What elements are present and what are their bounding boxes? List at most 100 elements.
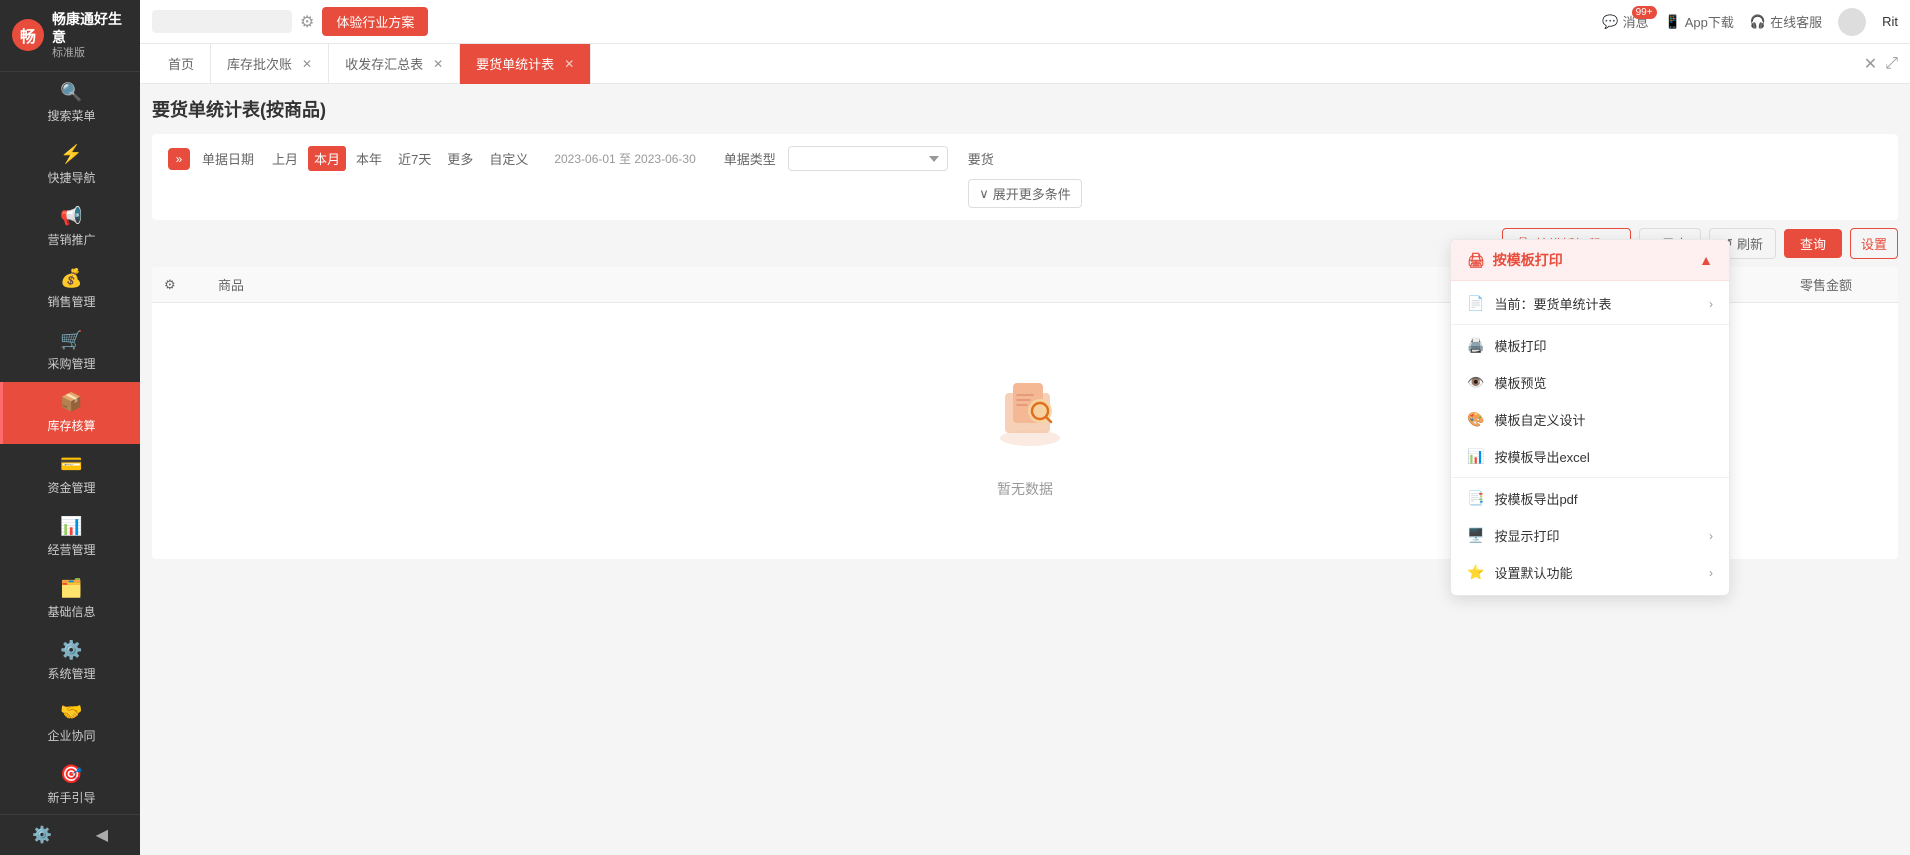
dropdown-item-template_excel[interactable]: 📊 按模板导出excel	[1451, 438, 1729, 475]
tab-close-button[interactable]: ✕	[1864, 54, 1877, 74]
sidebar-item-label-search: 搜索菜单	[47, 107, 95, 124]
tab-label-batch: 库存批次账	[227, 54, 292, 73]
settings-button[interactable]: 设置	[1850, 228, 1898, 259]
tab-expand-button[interactable]: ⤢	[1885, 55, 1898, 73]
sidebar-item-finance[interactable]: 💳 资金管理	[0, 444, 140, 506]
topbar-right: 💬 消息 99+ 📱 App下载 🎧 在线客服 Rit	[1602, 8, 1898, 36]
sidebar-collapse-btn[interactable]: ◀	[96, 825, 108, 845]
dropdown-item-template_pdf[interactable]: 📑 按模板导出pdf	[1451, 480, 1729, 517]
sidebar-item-label-inventory: 库存核算	[47, 417, 95, 434]
display_print-icon: 🖥️	[1467, 527, 1484, 544]
dropdown-item-template_print[interactable]: 🖨️ 模板打印	[1451, 327, 1729, 364]
order-type-select[interactable]	[788, 146, 948, 171]
sidebar-item-basic[interactable]: 🗂️ 基础信息	[0, 568, 140, 630]
date-btn-more[interactable]: 更多	[441, 146, 479, 171]
template_pdf-icon: 📑	[1467, 490, 1484, 507]
dropdown-header: 🖨 按模板打印 ▲	[1451, 240, 1729, 281]
sidebar-item-label-collab: 企业协同	[47, 727, 95, 744]
app-logo-icon: 畅	[12, 19, 44, 51]
order-type-label: 单据类型	[724, 149, 776, 168]
filter-row: » 单据日期 上月本月本年近7天更多自定义 2023-06-01 至 2023-…	[168, 146, 1882, 171]
th-amount: 零售金额	[1766, 275, 1886, 294]
tab-order_stat[interactable]: 要货单统计表 ✕	[460, 44, 591, 84]
tab-label-order_stat: 要货单统计表	[476, 54, 554, 73]
search-input[interactable]	[152, 10, 292, 33]
topbar-gear-button[interactable]: ⚙	[300, 12, 314, 32]
sidebar-item-label-purchase: 采购管理	[47, 355, 95, 372]
template_preview-label: 模板预览	[1494, 373, 1713, 392]
dropdown-item-template_preview[interactable]: 👁️ 模板预览	[1451, 364, 1729, 401]
sidebar-item-system[interactable]: ⚙️ 系统管理	[0, 630, 140, 692]
date-btn-custom[interactable]: 自定义	[483, 146, 534, 171]
date-btn-prev_month[interactable]: 上月	[266, 146, 304, 171]
search-icon: 🔍	[60, 82, 82, 103]
sidebar-item-guide[interactable]: 🎯 新手引导	[0, 754, 140, 814]
marketing-icon: 📢	[60, 206, 82, 227]
dropdown-section: 📄 当前：要货单统计表 › 🖨️ 模板打印 👁️ 模板预览 🎨 模板自定义设计 …	[1451, 281, 1729, 595]
template_excel-icon: 📊	[1467, 448, 1484, 465]
current-label: 当前：要货单统计表	[1494, 294, 1699, 313]
date-label: 单据日期	[202, 149, 254, 168]
tab-home[interactable]: 首页	[152, 44, 211, 84]
messages-button[interactable]: 💬 消息 99+	[1602, 12, 1648, 31]
template_print-label: 模板打印	[1494, 336, 1713, 355]
sidebar-item-marketing[interactable]: 📢 营销推广	[0, 196, 140, 258]
date-btn-current_month[interactable]: 本月	[308, 146, 346, 171]
template_pdf-label: 按模板导出pdf	[1494, 489, 1713, 508]
th-settings[interactable]: ⚙	[164, 277, 194, 293]
tab-close-order_stat[interactable]: ✕	[564, 57, 574, 71]
current-arrow: ›	[1709, 297, 1713, 311]
dropdown-item-template_custom[interactable]: 🎨 模板自定义设计	[1451, 401, 1729, 438]
app-logo-text: 畅康通好生意 标准版	[52, 10, 128, 61]
tab-collection[interactable]: 收发存汇总表 ✕	[329, 44, 460, 84]
operation-icon: 📊	[60, 516, 82, 537]
tab-batch[interactable]: 库存批次账 ✕	[211, 44, 329, 84]
message-icon: 💬	[1602, 14, 1618, 30]
app-subtitle: 标准版	[52, 46, 128, 60]
sidebar-item-operation[interactable]: 📊 经营管理	[0, 506, 140, 568]
tab-close-batch[interactable]: ✕	[302, 57, 312, 71]
set_default-label: 设置默认功能	[1494, 563, 1699, 582]
filter-expand-button[interactable]: »	[168, 148, 190, 170]
tab-label-collection: 收发存汇总表	[345, 54, 423, 73]
user-avatar[interactable]	[1838, 8, 1866, 36]
sidebar-settings-btn[interactable]: ⚙️	[32, 825, 52, 845]
sidebar-item-shortcut[interactable]: ⚡ 快捷导航	[0, 134, 140, 196]
online-service-icon: 🎧	[1750, 14, 1766, 30]
date-btn-last7[interactable]: 近7天	[392, 146, 437, 171]
dropdown-item-display_print[interactable]: 🖥️ 按显示打印 ›	[1451, 517, 1729, 554]
main-area: ⚙ 体验行业方案 💬 消息 99+ 📱 App下载 🎧 在线客服 Rit 首页库…	[140, 0, 1910, 855]
dropdown-item-set_default[interactable]: ⭐ 设置默认功能 ›	[1451, 554, 1729, 591]
sales-icon: 💰	[60, 268, 82, 289]
dropdown-title-area: 🖨 按模板打印	[1467, 250, 1563, 270]
set_default-icon: ⭐	[1467, 564, 1484, 581]
topbar-left: ⚙ 体验行业方案	[152, 7, 428, 36]
refresh-label: 刷新	[1737, 234, 1763, 253]
expand-more-button[interactable]: ∨ 展开更多条件	[968, 179, 1082, 208]
template_print-icon: 🖨️	[1467, 337, 1484, 354]
trial-button[interactable]: 体验行业方案	[322, 7, 428, 36]
app-download-button[interactable]: 📱 App下载	[1665, 12, 1734, 31]
template_custom-icon: 🎨	[1467, 411, 1484, 428]
template_preview-icon: 👁️	[1467, 374, 1484, 391]
sidebar-item-search[interactable]: 🔍 搜索菜单	[0, 72, 140, 134]
app-download-icon: 📱	[1665, 14, 1681, 30]
sidebar-item-collab[interactable]: 🤝 企业协同	[0, 692, 140, 754]
expand-more-icon: ∨	[979, 186, 989, 202]
template_excel-label: 按模板导出excel	[1494, 447, 1713, 466]
sidebar-item-purchase[interactable]: 🛒 采购管理	[0, 320, 140, 382]
online-service-button[interactable]: 🎧 在线客服	[1750, 12, 1822, 31]
app-title: 畅康通好生意	[52, 10, 128, 46]
query-button[interactable]: 查询	[1784, 229, 1842, 258]
sidebar-item-label-operation: 经营管理	[47, 541, 95, 558]
dropdown-collapse-icon[interactable]: ▲	[1699, 252, 1713, 268]
date-btn-current_year[interactable]: 本年	[350, 146, 388, 171]
tab-close-collection[interactable]: ✕	[433, 57, 443, 71]
sidebar-item-sales[interactable]: 💰 销售管理	[0, 258, 140, 320]
dropdown-title: 按模板打印	[1493, 250, 1563, 270]
sidebar-item-inventory[interactable]: 📦 库存核算	[0, 382, 140, 444]
sidebar: 畅 畅康通好生意 标准版 🔍 搜索菜单 ⚡ 快捷导航 📢 营销推广 💰 销售管理…	[0, 0, 140, 855]
dropdown-item-current[interactable]: 📄 当前：要货单统计表 ›	[1451, 285, 1729, 322]
yh-label: 要货	[968, 149, 994, 168]
tab-label-home: 首页	[168, 54, 194, 73]
